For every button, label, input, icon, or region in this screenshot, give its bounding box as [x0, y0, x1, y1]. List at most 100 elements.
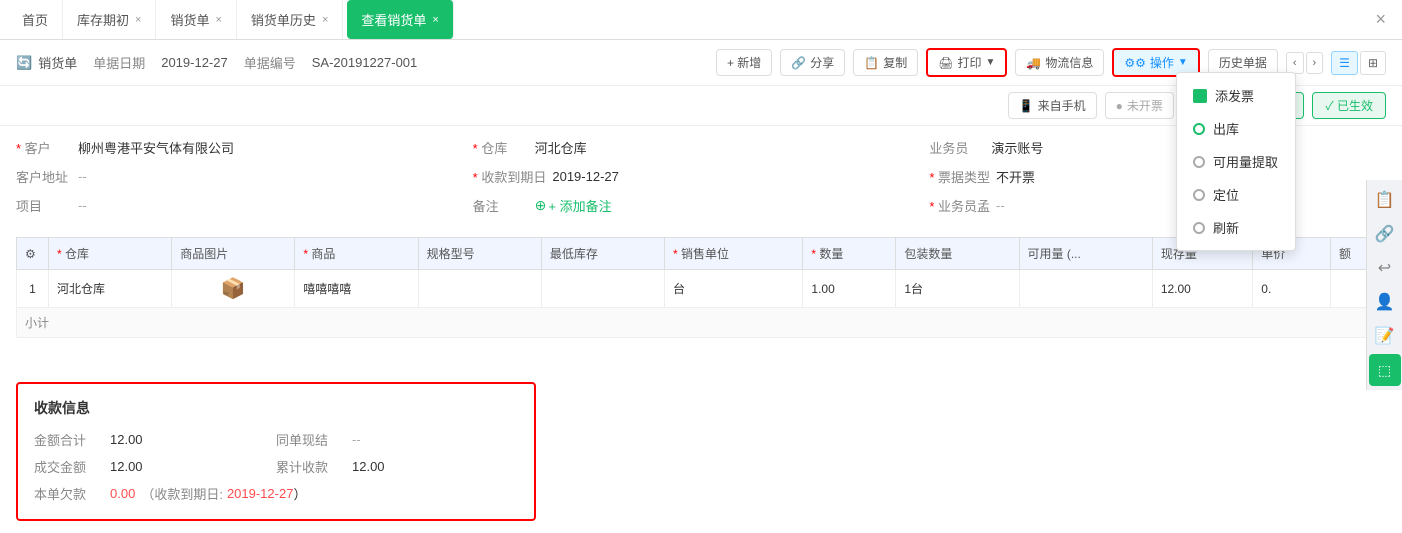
due-date-label: 收款到期日: [473, 167, 547, 186]
operate-label: 操作: [1150, 54, 1174, 71]
col-settings[interactable]: ⚙: [17, 238, 49, 270]
tab-inventory-start-close[interactable]: ×: [135, 14, 141, 26]
table-area: ⚙ 仓库 商品图片 商品 规格型号 最低库存 销售单位 数量 包装数量 可用量 …: [0, 237, 1402, 370]
tab-home[interactable]: 首页: [8, 0, 63, 39]
copy-label: 复制: [883, 54, 907, 71]
tab-sales-order[interactable]: 销货单 ×: [156, 0, 236, 39]
print-label: 打印: [957, 54, 981, 71]
arrears-label: 本单欠款: [34, 484, 104, 503]
arrears-row: 本单欠款 0.00 （收款到期日: 2019-12-27 ）: [34, 482, 518, 505]
from-phone-label: 来自手机: [1038, 97, 1086, 114]
sidebar-icon-3[interactable]: ↩: [1369, 252, 1401, 284]
tab-view-sales-close[interactable]: ×: [432, 14, 438, 26]
list-view-button[interactable]: ☰: [1331, 51, 1358, 75]
clerk2-field: 业务员孟 --: [929, 196, 1386, 215]
tab-home-label: 首页: [22, 10, 48, 29]
cumulative-row: 累计收款 12.00: [276, 455, 518, 478]
cumulative-label: 累计收款: [276, 457, 346, 476]
number-label: 单据编号: [244, 53, 296, 72]
warehouse-label: 仓库: [473, 138, 529, 157]
print-button[interactable]: 🖨 打印 ▼: [926, 48, 1007, 77]
prev-button[interactable]: ‹: [1286, 52, 1304, 74]
logistics-label: 物流信息: [1045, 54, 1093, 71]
project-value: --: [78, 198, 87, 213]
sidebar-icon-2[interactable]: 🔗: [1369, 218, 1401, 250]
add-invoice-label: 添发票: [1215, 86, 1254, 105]
project-field: 项目 --: [16, 196, 473, 215]
doc-title: 🔄 销货单: [16, 53, 77, 72]
refresh-label: 刷新: [1213, 218, 1239, 237]
tab-view-sales[interactable]: 查看销货单 ×: [347, 0, 453, 39]
print-arrow: ▼: [986, 57, 996, 68]
clerk-label: 业务员: [929, 138, 985, 157]
subtotal-label: 小计: [17, 308, 1386, 338]
operate-dropdown: 添发票 出库 可用量提取 定位 刷新: [1176, 72, 1296, 251]
outbound-item[interactable]: 出库: [1177, 112, 1295, 145]
refresh-item[interactable]: 刷新: [1177, 211, 1295, 244]
cumulative-value: 12.00: [352, 459, 385, 474]
add-invoice-item[interactable]: 添发票: [1177, 79, 1295, 112]
product-image-icon: 📦: [221, 278, 246, 300]
same-order-value: --: [352, 432, 361, 447]
col-warehouse: 仓库: [49, 238, 172, 270]
add-remark-button[interactable]: ⊕ + 添加备注: [535, 196, 612, 215]
tab-sales-history[interactable]: 销货单历史 ×: [237, 0, 343, 39]
arrears-date: 2019-12-27: [227, 486, 294, 501]
tab-sales-order-close[interactable]: ×: [215, 14, 221, 26]
sidebar-icon-4[interactable]: 👤: [1369, 286, 1401, 318]
effective-button[interactable]: ✓ 已生效: [1312, 92, 1386, 119]
right-sidebar: 📋 🔗 ↩ 👤 📝 ⬚: [1366, 180, 1402, 390]
sidebar-icon-1[interactable]: 📋: [1369, 184, 1401, 216]
available-qty-label: 可用量提取: [1213, 152, 1278, 171]
window-close-button[interactable]: ×: [1367, 9, 1394, 30]
total-row: 金额合计 12.00: [34, 428, 276, 451]
row-image: 📦: [172, 270, 295, 308]
row-current-stock: 12.00: [1152, 270, 1252, 308]
row-spec: [418, 270, 541, 308]
customer-label: 客户: [16, 138, 72, 157]
sidebar-icon-5[interactable]: 📝: [1369, 320, 1401, 352]
clerk-field: 业务员 演示账号: [929, 138, 1386, 157]
customer-value: 柳州粤港平安气体有限公司: [78, 138, 234, 157]
due-date-value: 2019-12-27: [552, 169, 619, 184]
doc-title-text: 销货单: [38, 53, 77, 72]
col-unit: 销售单位: [665, 238, 803, 270]
product-table: ⚙ 仓库 商品图片 商品 规格型号 最低库存 销售单位 数量 包装数量 可用量 …: [16, 237, 1386, 338]
customer-field: 客户 柳州粤港平安气体有限公司: [16, 138, 473, 157]
ticket-type-label: 票据类型: [929, 167, 990, 186]
refresh-icon: [1193, 222, 1205, 234]
row-unit: 台: [665, 270, 803, 308]
logistics-button[interactable]: 🚚 物流信息: [1015, 49, 1104, 76]
available-qty-item[interactable]: 可用量提取: [1177, 145, 1295, 178]
next-button[interactable]: ›: [1306, 52, 1324, 74]
col-spec: 规格型号: [418, 238, 541, 270]
locate-label: 定位: [1213, 185, 1239, 204]
from-phone-button[interactable]: 📱 来自手机: [1008, 92, 1097, 119]
nav-arrows: ‹ ›: [1286, 52, 1323, 74]
sidebar-icon-6[interactable]: ⬚: [1369, 354, 1401, 386]
not-open-button[interactable]: ● 未开票: [1105, 92, 1174, 119]
print-icon: 🖨: [938, 56, 953, 70]
subtotal-row: 小计: [17, 308, 1386, 338]
add-invoice-icon: [1193, 89, 1207, 103]
doc-icon: 🔄: [16, 55, 32, 71]
tab-inventory-start[interactable]: 库存期初 ×: [63, 0, 156, 39]
outbound-label: 出库: [1213, 119, 1239, 138]
operate-icon: ⚙⚙: [1124, 56, 1146, 70]
locate-item[interactable]: 定位: [1177, 178, 1295, 211]
tab-sales-history-close[interactable]: ×: [322, 14, 328, 26]
col-quantity: 数量: [803, 238, 896, 270]
payment-info-title: 收款信息: [34, 398, 518, 418]
row-min-stock: [541, 270, 664, 308]
number-value: SA-20191227-001: [312, 55, 418, 70]
new-button[interactable]: + 新增: [716, 49, 772, 76]
warehouse-field: 仓库 河北仓库: [473, 138, 930, 157]
grid-view-button[interactable]: ⊞: [1360, 51, 1386, 75]
address-label: 客户地址: [16, 167, 72, 186]
date-value: 2019-12-27: [161, 55, 228, 70]
share-button[interactable]: 🔗 分享: [780, 49, 845, 76]
copy-button[interactable]: 📋 复制: [853, 49, 918, 76]
due-date-field: 收款到期日 2019-12-27: [473, 167, 930, 186]
same-order-row: 同单现结 --: [276, 428, 518, 451]
new-label: + 新增: [727, 54, 761, 71]
